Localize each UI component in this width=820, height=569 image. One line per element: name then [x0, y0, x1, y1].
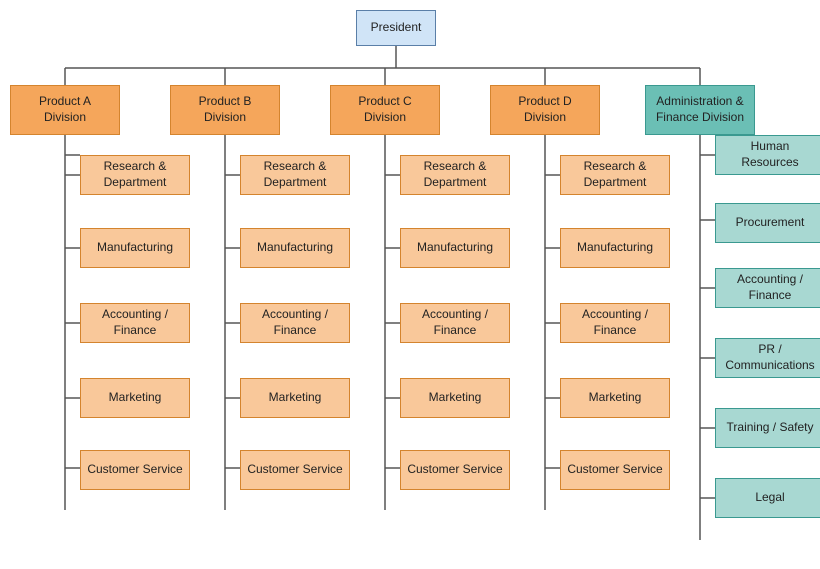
dept-prod-b-mkt: Marketing — [240, 378, 350, 418]
division-prod-a: Product ADivision — [10, 85, 120, 135]
dept-admin-procurement: Procurement — [715, 203, 820, 243]
division-prod-a-label: Product ADivision — [39, 94, 91, 125]
dept-prod-a-research: Research &Department — [80, 155, 190, 195]
dept-prod-c-research: Research &Department — [400, 155, 510, 195]
division-prod-b: Product BDivision — [170, 85, 280, 135]
dept-prod-d-mfg: Manufacturing — [560, 228, 670, 268]
division-prod-d-label: Product DDivision — [518, 94, 571, 125]
division-admin-label: Administration &Finance Division — [656, 94, 744, 125]
president-node: President — [356, 10, 436, 46]
dept-admin-hr: HumanResources — [715, 135, 820, 175]
dept-admin-legal: Legal — [715, 478, 820, 518]
division-prod-c: Product CDivision — [330, 85, 440, 135]
division-prod-d: Product DDivision — [490, 85, 600, 135]
dept-prod-a-acct: Accounting /Finance — [80, 303, 190, 343]
dept-prod-d-cs: Customer Service — [560, 450, 670, 490]
dept-admin-training: Training / Safety — [715, 408, 820, 448]
dept-prod-b-mfg: Manufacturing — [240, 228, 350, 268]
dept-prod-d-research: Research &Department — [560, 155, 670, 195]
org-chart: President Product ADivision Product BDiv… — [0, 0, 820, 569]
dept-prod-c-cs: Customer Service — [400, 450, 510, 490]
dept-prod-b-research: Research &Department — [240, 155, 350, 195]
dept-prod-d-mkt: Marketing — [560, 378, 670, 418]
dept-admin-pr: PR /Communications — [715, 338, 820, 378]
dept-prod-c-mfg: Manufacturing — [400, 228, 510, 268]
dept-prod-a-mkt: Marketing — [80, 378, 190, 418]
division-prod-c-label: Product CDivision — [358, 94, 411, 125]
dept-prod-a-cs: Customer Service — [80, 450, 190, 490]
president-label: President — [371, 20, 422, 36]
division-prod-b-label: Product BDivision — [199, 94, 252, 125]
division-admin: Administration &Finance Division — [645, 85, 755, 135]
dept-prod-c-mkt: Marketing — [400, 378, 510, 418]
dept-prod-d-acct: Accounting /Finance — [560, 303, 670, 343]
dept-prod-a-mfg: Manufacturing — [80, 228, 190, 268]
dept-prod-b-acct: Accounting /Finance — [240, 303, 350, 343]
dept-prod-b-cs: Customer Service — [240, 450, 350, 490]
dept-admin-acct: Accounting /Finance — [715, 268, 820, 308]
dept-prod-c-acct: Accounting /Finance — [400, 303, 510, 343]
